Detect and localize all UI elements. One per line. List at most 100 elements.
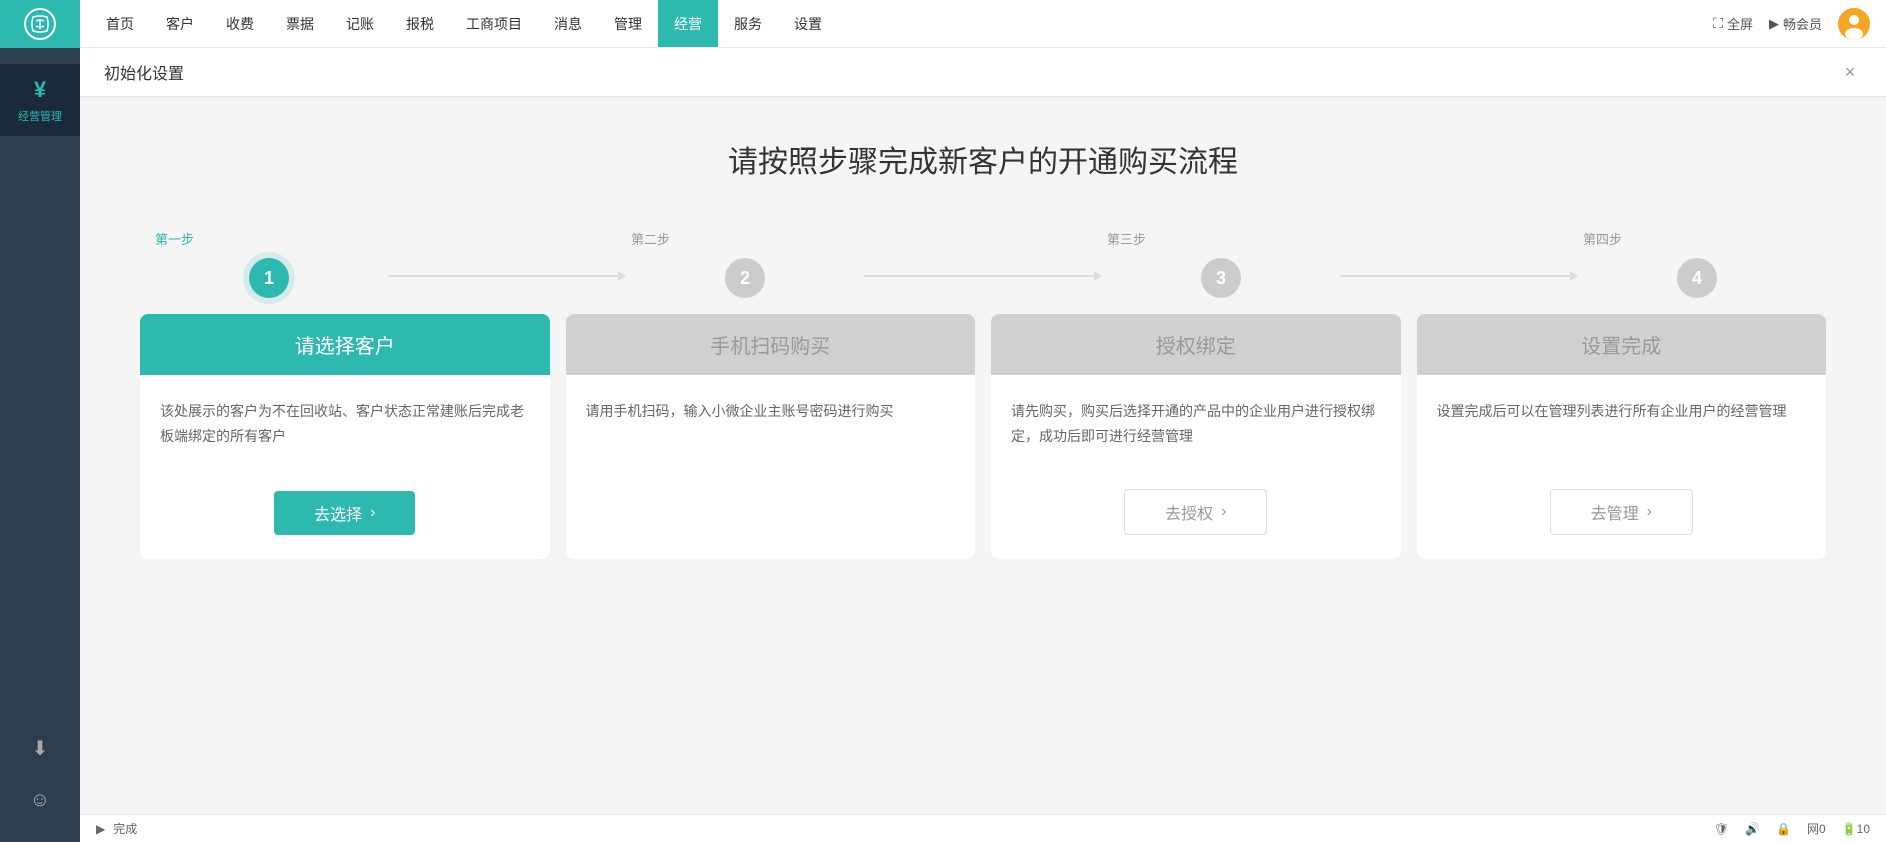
step-2-circle: 2 xyxy=(725,258,765,298)
step-1-circle: 1 xyxy=(249,258,289,298)
nav-message[interactable]: 消息 xyxy=(538,0,598,47)
shield-icon: 🛡 xyxy=(1714,822,1729,836)
sidebar-item-label: 经营管理 xyxy=(18,110,62,124)
status-label: 完成 xyxy=(113,820,137,837)
status-bar: ▶ 完成 🛡 🔊 🔒 网0 🔋10 xyxy=(80,814,1886,842)
fullscreen-label: 全屏 xyxy=(1727,14,1753,33)
nav-service[interactable]: 服务 xyxy=(718,0,778,47)
connector-3-4 xyxy=(1340,271,1578,281)
member-button[interactable]: ▶ 畅会员 xyxy=(1769,14,1822,33)
play-icon: ▶ xyxy=(1769,16,1779,32)
content-header: 初始化设置 × xyxy=(80,48,1886,97)
connector-2-3 xyxy=(864,271,1102,281)
card-2-body: 请用手机扫码，输入小微企业主账号密码进行购买 xyxy=(566,375,976,519)
close-button[interactable]: × xyxy=(1838,60,1862,84)
network-status: 网0 xyxy=(1807,820,1826,837)
status-bar-left: ▶ 完成 xyxy=(96,820,137,837)
go-authorize-button[interactable]: 去授权 › xyxy=(1124,489,1267,535)
nav-customer[interactable]: 客户 xyxy=(150,0,210,47)
wizard-content: 请按照步骤完成新客户的开通购买流程 第一步 1 第二步 2 xyxy=(80,97,1886,814)
main-layout: ¥ 经营管理 ⬇ ☺ 初始化设置 × 请按照步骤完成新客户的开通购买流程 xyxy=(0,48,1886,842)
volume-icon: 🔊 xyxy=(1745,822,1760,836)
logo-icon xyxy=(24,8,56,40)
card-3-title: 授权绑定 xyxy=(1156,336,1236,358)
sidebar-bottom: ⬇ ☺ xyxy=(0,722,80,842)
step-2-wrapper: 第二步 2 xyxy=(626,229,864,298)
battery-icon: 🔋10 xyxy=(1842,822,1870,836)
nav-items: 首页 客户 收费 票据 记账 报税 工商项目 消息 管理 经营 服务 设置 xyxy=(80,0,1713,47)
step-1-wrapper: 第一步 1 xyxy=(150,229,388,298)
card-4: 设置完成 设置完成后可以在管理列表进行所有企业用户的经营管理 去管理 › xyxy=(1417,314,1827,559)
card-1-footer: 去选择 › xyxy=(140,475,550,559)
card-3-footer: 去授权 › xyxy=(991,473,1401,559)
go-select-label: 去选择 xyxy=(314,501,362,525)
avatar[interactable] xyxy=(1838,8,1870,40)
sidebar-item-download[interactable]: ⬇ xyxy=(0,722,80,774)
yuan-icon: ¥ xyxy=(26,76,54,104)
step-3-wrapper: 第三步 3 xyxy=(1102,229,1340,298)
card-4-body-text: 设置完成后可以在管理列表进行所有企业用户的经营管理 xyxy=(1437,403,1787,419)
wizard-title: 请按照步骤完成新客户的开通购买流程 xyxy=(140,137,1826,181)
content-area: 初始化设置 × 请按照步骤完成新客户的开通购买流程 第一步 1 xyxy=(80,48,1886,842)
nav-fee[interactable]: 收费 xyxy=(210,0,270,47)
nav-bill[interactable]: 票据 xyxy=(270,0,330,47)
step-1-label: 第一步 xyxy=(155,229,194,248)
logo-area xyxy=(0,0,80,48)
go-manage-label: 去管理 xyxy=(1591,500,1639,524)
nav-account[interactable]: 记账 xyxy=(330,0,390,47)
card-4-header: 设置完成 xyxy=(1417,314,1827,375)
go-authorize-label: 去授权 xyxy=(1165,500,1213,524)
steps-row: 第一步 1 第二步 2 xyxy=(140,229,1826,298)
step-4-label: 第四步 xyxy=(1583,229,1622,248)
arrow-right-icon-2: › xyxy=(1221,503,1226,521)
member-label: 畅会员 xyxy=(1783,14,1822,33)
card-2-header: 手机扫码购买 xyxy=(566,314,976,375)
go-select-button[interactable]: 去选择 › xyxy=(274,491,415,535)
play-status-icon: ▶ xyxy=(96,822,105,836)
fullscreen-icon: ⛶ xyxy=(1713,15,1723,32)
nav-business[interactable]: 工商项目 xyxy=(450,0,538,47)
card-4-footer: 去管理 › xyxy=(1417,473,1827,559)
sidebar-item-operation[interactable]: ¥ 经营管理 xyxy=(0,64,80,136)
step-2-label: 第二步 xyxy=(631,229,670,248)
card-4-body: 设置完成后可以在管理列表进行所有企业用户的经营管理 xyxy=(1417,375,1827,473)
cards-container: 请选择客户 该处展示的客户为不在回收站、客户状态正常建账后完成老板端绑定的所有客… xyxy=(140,314,1826,559)
card-1-header: 请选择客户 xyxy=(140,314,550,375)
sidebar: ¥ 经营管理 ⬇ ☺ xyxy=(0,48,80,842)
go-manage-button[interactable]: 去管理 › xyxy=(1550,489,1693,535)
card-3-body: 请先购买，购买后选择开通的产品中的企业用户进行授权绑定，成功后即可进行经营管理 xyxy=(991,375,1401,473)
step-3-label: 第三步 xyxy=(1107,229,1146,248)
card-3-header: 授权绑定 xyxy=(991,314,1401,375)
nav-operation[interactable]: 经营 xyxy=(658,0,718,47)
card-1: 请选择客户 该处展示的客户为不在回收站、客户状态正常建账后完成老板端绑定的所有客… xyxy=(140,314,550,559)
nav-settings[interactable]: 设置 xyxy=(778,0,838,47)
arrow-right-icon-3: › xyxy=(1647,503,1652,521)
page-title: 初始化设置 xyxy=(104,60,184,84)
card-1-body: 该处展示的客户为不在回收站、客户状态正常建账后完成老板端绑定的所有客户 xyxy=(140,375,550,475)
card-1-title: 请选择客户 xyxy=(295,336,395,358)
step-4-wrapper: 第四步 4 xyxy=(1578,229,1816,298)
top-nav: 首页 客户 收费 票据 记账 报税 工商项目 消息 管理 经营 服务 设置 ⛶ … xyxy=(0,0,1886,48)
status-bar-right: 🛡 🔊 🔒 网0 🔋10 xyxy=(1714,820,1870,837)
card-2-footer xyxy=(566,519,976,559)
download-icon: ⬇ xyxy=(26,734,54,762)
card-3: 授权绑定 请先购买，购买后选择开通的产品中的企业用户进行授权绑定，成功后即可进行… xyxy=(991,314,1401,559)
card-4-title: 设置完成 xyxy=(1581,336,1661,358)
nav-tax[interactable]: 报税 xyxy=(390,0,450,47)
nav-manage[interactable]: 管理 xyxy=(598,0,658,47)
card-3-body-text: 请先购买，购买后选择开通的产品中的企业用户进行授权绑定，成功后即可进行经营管理 xyxy=(1011,403,1375,444)
step-3-circle: 3 xyxy=(1201,258,1241,298)
nav-home[interactable]: 首页 xyxy=(90,0,150,47)
lock-icon: 🔒 xyxy=(1776,822,1791,836)
sidebar-item-support[interactable]: ☺ xyxy=(0,774,80,826)
connector-1-2 xyxy=(388,271,626,281)
nav-right: ⛶ 全屏 ▶ 畅会员 xyxy=(1713,8,1886,40)
card-2-title: 手机扫码购买 xyxy=(710,336,830,358)
card-1-body-text: 该处展示的客户为不在回收站、客户状态正常建账后完成老板端绑定的所有客户 xyxy=(160,403,524,444)
fullscreen-button[interactable]: ⛶ 全屏 xyxy=(1713,14,1753,33)
arrow-right-icon: › xyxy=(370,504,375,522)
card-2: 手机扫码购买 请用手机扫码，输入小微企业主账号密码进行购买 xyxy=(566,314,976,559)
card-2-body-text: 请用手机扫码，输入小微企业主账号密码进行购买 xyxy=(586,403,894,419)
support-icon: ☺ xyxy=(26,786,54,814)
step-4-circle: 4 xyxy=(1677,258,1717,298)
